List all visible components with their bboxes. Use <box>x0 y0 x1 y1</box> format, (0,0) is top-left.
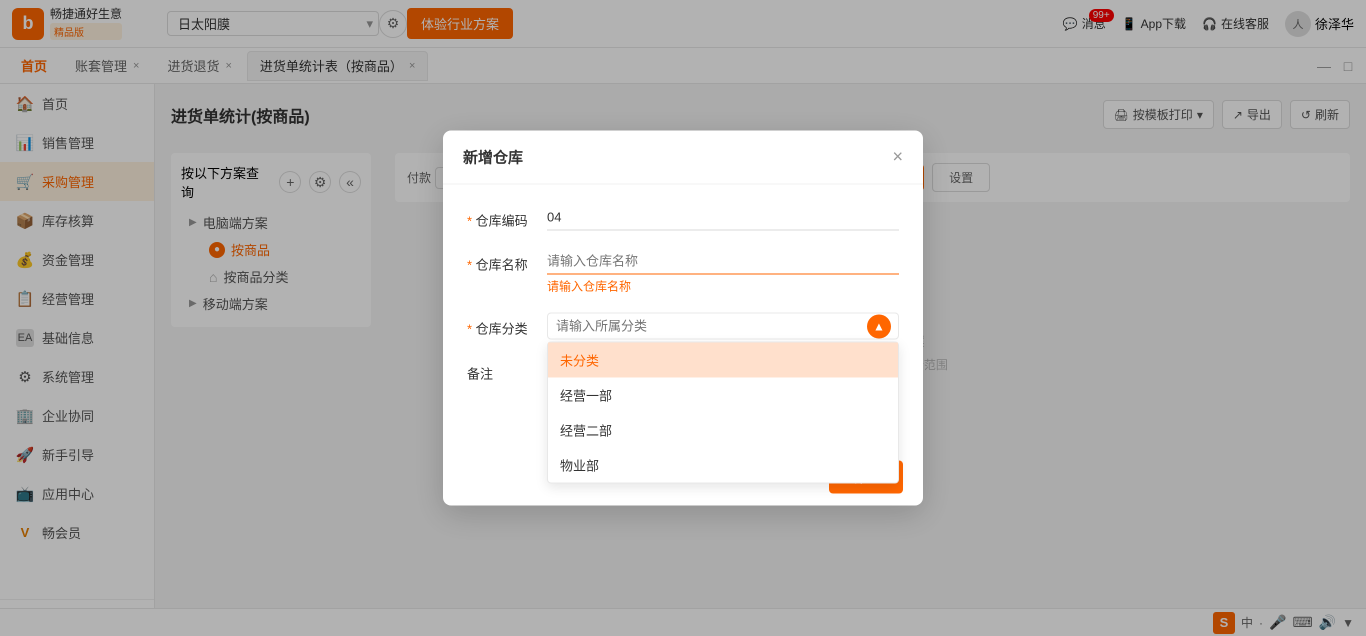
code-label: 仓库编码 <box>467 205 547 230</box>
code-input[interactable] <box>547 205 899 231</box>
dropdown-item-property[interactable]: 物业部 <box>548 448 898 483</box>
dropdown-item-uncategorized[interactable]: 未分类 <box>548 343 898 378</box>
category-dropdown-arrow[interactable]: ▲ <box>867 314 891 338</box>
category-label: 仓库分类 <box>467 313 547 338</box>
dropdown-item-dept1[interactable]: 经营一部 <box>548 378 898 413</box>
dialog-body: 仓库编码 仓库名称 请输入仓库名称 仓库分类 ▲ 未分类 <box>443 185 923 449</box>
name-input[interactable] <box>547 249 899 275</box>
name-input-wrap: 请输入仓库名称 <box>547 249 899 295</box>
remark-label: 备注 <box>467 358 547 383</box>
name-label: 仓库名称 <box>467 249 547 274</box>
code-input-wrap <box>547 205 899 231</box>
dialog-title: 新增仓库 <box>463 147 523 168</box>
category-dropdown-list: 未分类 经营一部 经营二部 物业部 <box>547 342 899 484</box>
form-row-code: 仓库编码 <box>467 205 899 231</box>
dropdown-item-dept2[interactable]: 经营二部 <box>548 413 898 448</box>
dialog-close-button[interactable]: × <box>892 147 903 168</box>
dialog-header: 新增仓库 × <box>443 131 923 185</box>
form-row-category: 仓库分类 ▲ 未分类 经营一部 经营二部 物业部 <box>467 313 899 340</box>
new-warehouse-dialog: 新增仓库 × 仓库编码 仓库名称 请输入仓库名称 仓库分类 ▲ <box>443 131 923 506</box>
name-error-message: 请输入仓库名称 <box>547 278 899 295</box>
category-input-wrap: ▲ 未分类 经营一部 经营二部 物业部 <box>547 313 899 340</box>
category-input[interactable] <box>547 313 899 340</box>
form-row-name: 仓库名称 请输入仓库名称 <box>467 249 899 295</box>
